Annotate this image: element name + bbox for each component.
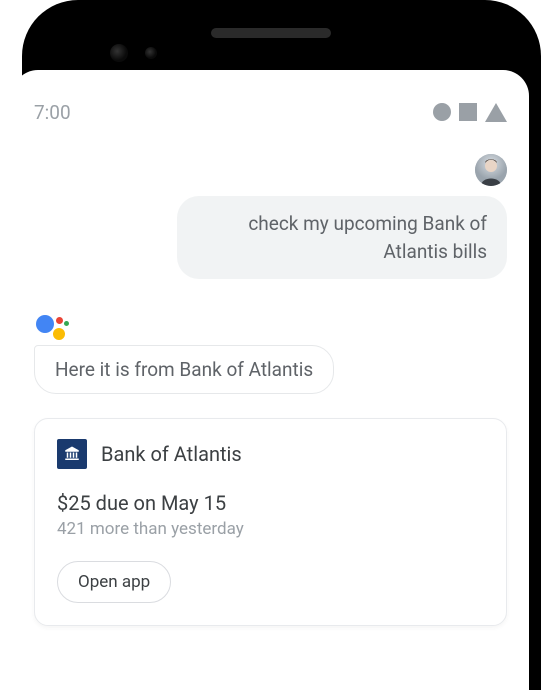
bill-card: Bank of Atlantis $25 due on May 15 421 m… — [34, 418, 507, 626]
status-icons — [433, 103, 507, 122]
status-time: 7:00 — [34, 101, 71, 124]
card-title: Bank of Atlantis — [101, 442, 242, 466]
screen: 7:00 — [12, 70, 529, 690]
status-circle-icon — [433, 103, 451, 121]
assistant-message-bubble: Here it is from Bank of Atlantis — [34, 345, 334, 394]
bank-icon — [57, 439, 87, 469]
phone-camera-icon — [145, 47, 157, 59]
card-header: Bank of Atlantis — [57, 439, 484, 469]
open-app-button[interactable]: Open app — [57, 561, 171, 603]
phone-camera-icon — [110, 44, 128, 62]
card-main-text: $25 due on May 15 — [57, 491, 484, 515]
assistant-message-row: Here it is from Bank of Atlantis — [34, 345, 507, 394]
status-bar: 7:00 — [34, 98, 507, 126]
viewport: 7:00 — [0, 0, 541, 690]
status-triangle-icon — [485, 103, 507, 122]
status-square-icon — [459, 103, 477, 121]
user-message-row: check my upcoming Bank of Atlantis bills — [34, 196, 507, 279]
assistant-logo-icon — [36, 309, 76, 343]
phone-speaker — [211, 28, 331, 38]
user-avatar-row — [34, 154, 507, 186]
card-sub-text: 421 more than yesterday — [57, 519, 484, 539]
user-avatar[interactable] — [475, 154, 507, 186]
user-message-bubble: check my upcoming Bank of Atlantis bills — [177, 196, 507, 279]
